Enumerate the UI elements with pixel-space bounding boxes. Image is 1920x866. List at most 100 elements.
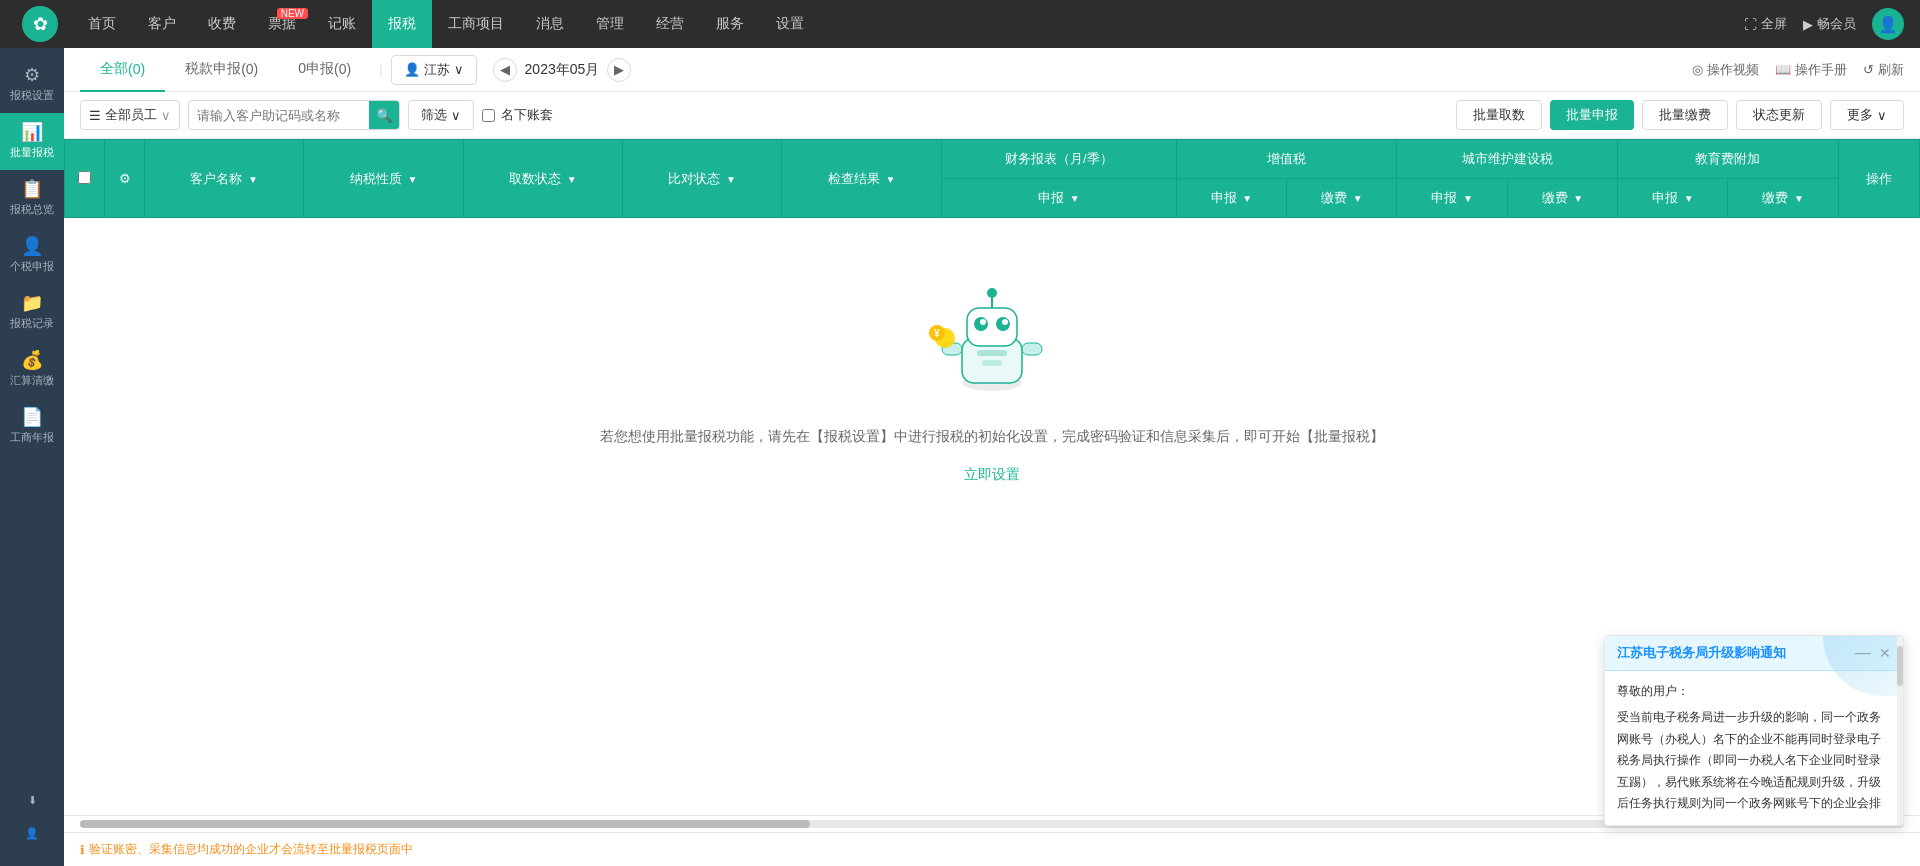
- th-finance-sub: 申报 ▼: [941, 179, 1176, 218]
- fullscreen-btn[interactable]: ⛶ 全屏: [1744, 15, 1787, 33]
- sidebar-label-records: 报税记录: [10, 316, 54, 331]
- notification-close-btn[interactable]: ✕: [1879, 646, 1891, 660]
- sidebar-item-tax-records[interactable]: 📁 报税记录: [0, 284, 64, 341]
- data-table: ⚙ 客户名称 ▼ 纳税性质 ▼ 取数状态 ▼: [64, 139, 1920, 544]
- th-urban-sub: 申报 ▼: [1397, 179, 1507, 218]
- sidebar-label-annual: 工商年报: [10, 430, 54, 445]
- personal-tax-icon: 👤: [21, 237, 43, 255]
- filter-icon-edu-pay[interactable]: ▼: [1794, 193, 1804, 204]
- svg-rect-15: [982, 360, 1002, 366]
- notification-body: 尊敬的用户： 受当前电子税务局进一步升级的影响，同一个政务网账号（办税人）名下的…: [1605, 671, 1903, 825]
- sidebar-label-batch-tax: 批量报税: [10, 145, 54, 160]
- next-month-btn[interactable]: ▶: [607, 58, 631, 82]
- filter-icon-finance-sub[interactable]: ▼: [1070, 193, 1080, 204]
- more-btn[interactable]: 更多 ∨: [1830, 100, 1904, 130]
- operation-video-btn[interactable]: ◎ 操作视频: [1692, 61, 1759, 79]
- status-update-btn[interactable]: 状态更新: [1736, 100, 1822, 130]
- th-edu-pay: 缴费 ▼: [1728, 179, 1838, 218]
- nav-service[interactable]: 服务: [700, 0, 760, 48]
- region-selector[interactable]: 👤 江苏 ∨: [391, 55, 477, 85]
- nav-client[interactable]: 客户: [132, 0, 192, 48]
- gear-icon[interactable]: ⚙: [119, 171, 131, 186]
- batch-get-btn[interactable]: 批量取数: [1456, 100, 1542, 130]
- scroll-thumb[interactable]: [80, 820, 810, 828]
- filter-icon-compare[interactable]: ▼: [726, 174, 736, 185]
- nav-business[interactable]: 工商项目: [432, 0, 520, 48]
- th-compare-status: 比对状态 ▼: [623, 140, 782, 218]
- member-btn[interactable]: ▶ 畅会员: [1803, 15, 1856, 33]
- nav-bookkeeping[interactable]: 记账: [312, 0, 372, 48]
- filter-icon-get[interactable]: ▼: [567, 174, 577, 185]
- prev-month-btn[interactable]: ◀: [493, 58, 517, 82]
- account-checkbox[interactable]: [482, 109, 495, 122]
- nav-tax[interactable]: 报税: [372, 0, 432, 48]
- filter-button[interactable]: 筛选 ∨: [408, 100, 474, 130]
- sidebar-user[interactable]: 👤: [0, 817, 64, 850]
- filter-icon-client[interactable]: ▼: [248, 174, 258, 185]
- sidebar-item-annual-report[interactable]: 📄 工商年报: [0, 398, 64, 455]
- filter-icon-vat-sub[interactable]: ▼: [1242, 193, 1252, 204]
- th-tax-type: 纳税性质 ▼: [304, 140, 463, 218]
- th-client-name: 客户名称 ▼: [145, 140, 304, 218]
- search-box: 🔍: [188, 100, 400, 130]
- notification-minimize[interactable]: —: [1855, 645, 1871, 661]
- nav-manage[interactable]: 管理: [580, 0, 640, 48]
- th-vat: 增值税: [1176, 140, 1397, 179]
- sidebar-item-personal-tax[interactable]: 👤 个税申报: [0, 227, 64, 284]
- settings-icon: ⚙: [24, 66, 40, 84]
- app-logo[interactable]: ✿: [16, 0, 64, 48]
- sidebar-item-batch-tax[interactable]: 📊 批量报税: [0, 113, 64, 170]
- th-urban: 城市维护建设税: [1397, 140, 1618, 179]
- nav-settings[interactable]: 设置: [760, 0, 820, 48]
- table-body: ¥ 若您想使用批量报税功能，请先在【报税设置】中进行报税的初始化设置，完成密码验…: [65, 218, 1920, 545]
- nav-home[interactable]: 首页: [72, 0, 132, 48]
- refresh-btn[interactable]: ↺ 刷新: [1863, 61, 1904, 79]
- filter-icon-urban-pay[interactable]: ▼: [1573, 193, 1583, 204]
- batch-pay-btn[interactable]: 批量缴费: [1642, 100, 1728, 130]
- th-gear: ⚙: [105, 140, 145, 218]
- nav-fee[interactable]: 收费: [192, 0, 252, 48]
- sidebar-item-tax-overview[interactable]: 📋 报税总览: [0, 170, 64, 227]
- th-operation: 操作: [1838, 140, 1919, 218]
- select-all-checkbox[interactable]: [78, 171, 91, 184]
- separator: |: [379, 62, 382, 77]
- filter-icon-vat-pay[interactable]: ▼: [1353, 193, 1363, 204]
- more-chevron-icon: ∨: [1877, 108, 1887, 123]
- toolbar: ☰ 全部员工 ∨ 🔍 筛选 ∨ 名下账套 批量取数 批量申报 批量缴费 状态更新: [64, 92, 1920, 139]
- svg-rect-2: [967, 308, 1017, 346]
- notification-scroll-thumb: [1897, 646, 1903, 686]
- batch-tax-icon: 📊: [21, 123, 43, 141]
- search-button[interactable]: 🔍: [369, 100, 399, 130]
- filter-icon-tax-type[interactable]: ▼: [407, 174, 417, 185]
- nav-message[interactable]: 消息: [520, 0, 580, 48]
- sidebar-item-tax-settings[interactable]: ⚙ 报税设置: [0, 56, 64, 113]
- filter-icon-urban-sub[interactable]: ▼: [1463, 193, 1473, 204]
- th-vat-pay: 缴费 ▼: [1287, 179, 1397, 218]
- employee-selector[interactable]: ☰ 全部员工 ∨: [80, 100, 180, 130]
- tab-tax-declare[interactable]: 税款申报(0): [165, 48, 278, 92]
- svg-point-5: [980, 319, 986, 325]
- sidebar-bottom: ⬇ 👤: [0, 784, 64, 866]
- tab-all[interactable]: 全部(0): [80, 48, 165, 92]
- filter-icon-edu-sub[interactable]: ▼: [1684, 193, 1694, 204]
- notification-scrollbar[interactable]: [1897, 636, 1903, 825]
- notification-header: 江苏电子税务局升级影响通知 — ✕: [1605, 636, 1903, 671]
- sidebar-item-settlement[interactable]: 💰 汇算清缴: [0, 341, 64, 398]
- svg-text:¥: ¥: [934, 328, 940, 339]
- sidebar-download[interactable]: ⬇: [0, 784, 64, 817]
- svg-point-8: [987, 288, 997, 298]
- account-checkbox-label[interactable]: 名下账套: [482, 106, 553, 124]
- user-avatar[interactable]: 👤: [1872, 8, 1904, 40]
- sidebar-label-tax-settings: 报税设置: [10, 88, 54, 103]
- chevron-down-icon: ∨: [454, 62, 464, 77]
- settlement-icon: 💰: [21, 351, 43, 369]
- notification-panel: 江苏电子税务局升级影响通知 — ✕ 尊敬的用户： 受当前电子税务局进一步升级的影…: [1604, 635, 1904, 826]
- batch-declare-btn[interactable]: 批量申报: [1550, 100, 1634, 130]
- operation-manual-btn[interactable]: 📖 操作手册: [1775, 61, 1847, 79]
- tab-zero-declare[interactable]: 0申报(0): [278, 48, 371, 92]
- search-input[interactable]: [189, 108, 369, 123]
- setup-link[interactable]: 立即设置: [964, 466, 1020, 484]
- nav-invoice[interactable]: 票据 NEW: [252, 0, 312, 48]
- filter-icon-check[interactable]: ▼: [885, 174, 895, 185]
- nav-operation[interactable]: 经营: [640, 0, 700, 48]
